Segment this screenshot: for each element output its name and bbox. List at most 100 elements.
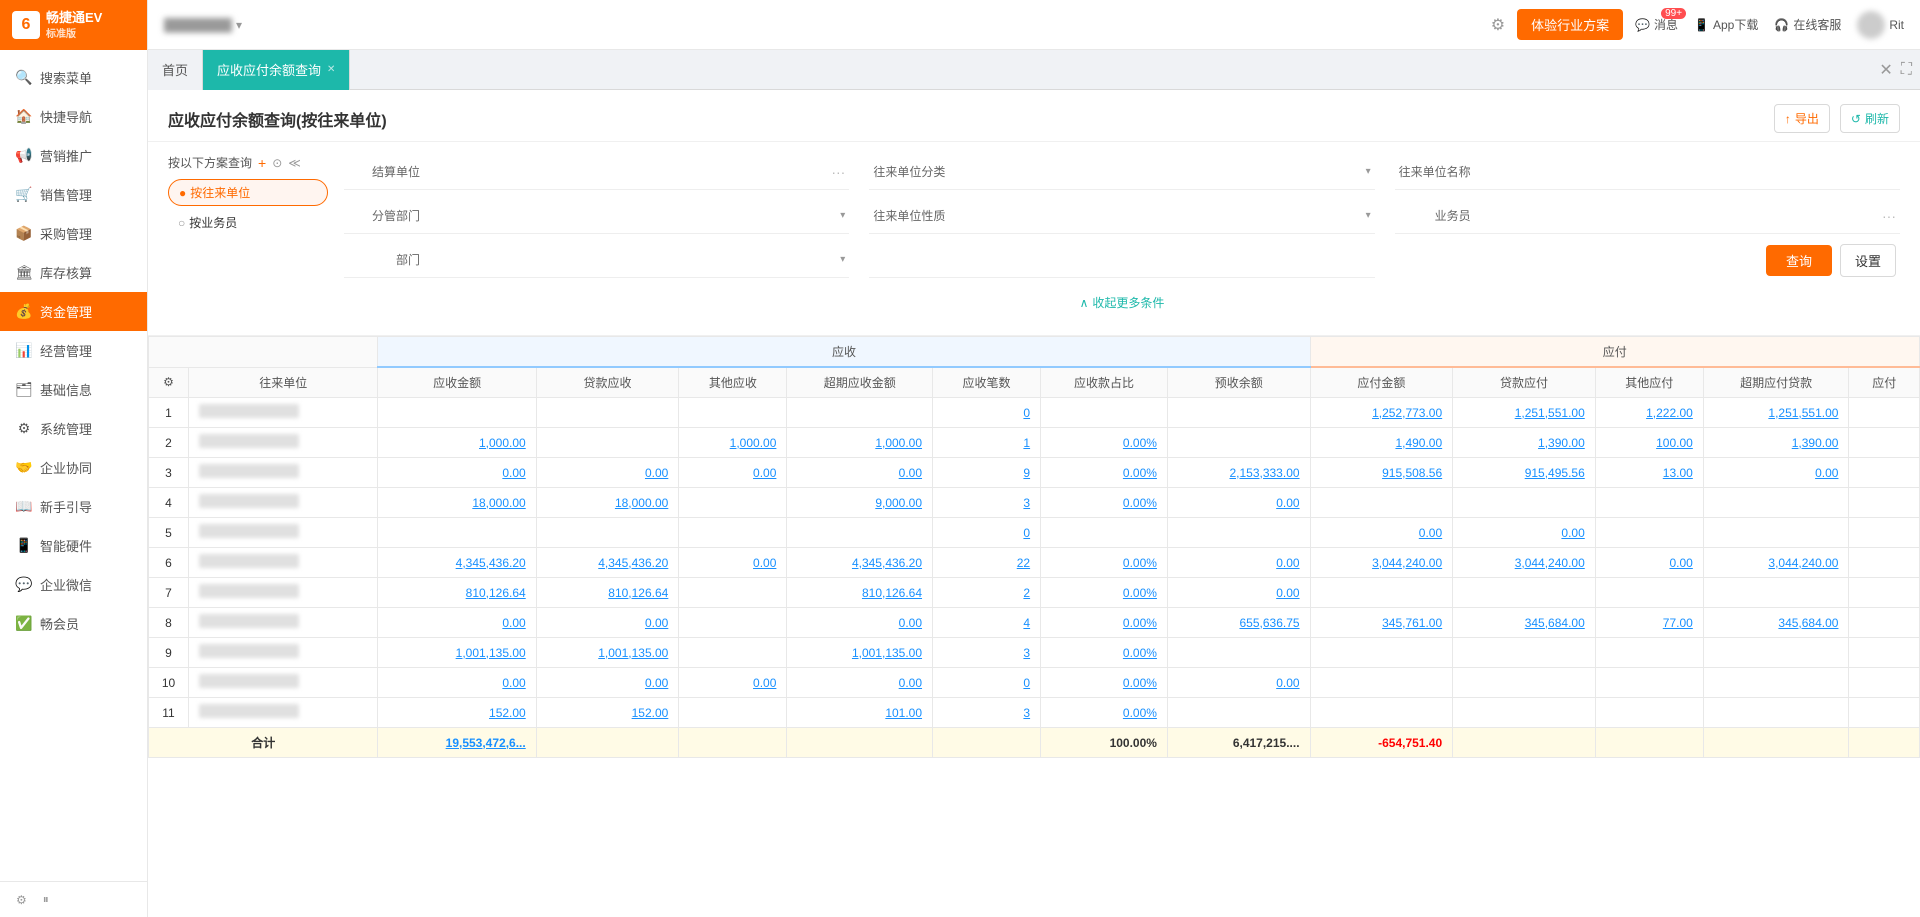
sidebar-item-collab[interactable]: 🤝 企业协同: [0, 448, 147, 487]
row-ar_ratio[interactable]: 0.00%: [1041, 428, 1168, 458]
row-overdue_ar[interactable]: 1,000.00: [787, 428, 933, 458]
row-loan_ar[interactable]: 0.00: [536, 608, 679, 638]
settings-scheme-icon[interactable]: ⊙: [272, 156, 282, 170]
row-ar[interactable]: 0.00: [378, 668, 536, 698]
sidebar-item-finance[interactable]: 💰 资金管理: [0, 292, 147, 331]
row-ar_count[interactable]: 22: [933, 548, 1041, 578]
row-other_ap[interactable]: 1,222.00: [1595, 398, 1703, 428]
row-ar_ratio[interactable]: 0.00%: [1041, 548, 1168, 578]
settings-icon[interactable]: ⚙: [16, 893, 27, 907]
sidebar-item-operation[interactable]: 📊 经营管理: [0, 331, 147, 370]
filter-input-salesman[interactable]: [1479, 209, 1874, 223]
row-overdue_ap[interactable]: 1,390.00: [1703, 428, 1849, 458]
filter-arrow-nature[interactable]: ▾: [1366, 210, 1371, 221]
row-ap[interactable]: 1,252,773.00: [1310, 398, 1453, 428]
row-loan_ap[interactable]: 345,684.00: [1453, 608, 1596, 638]
row-overdue_ar[interactable]: 9,000.00: [787, 488, 933, 518]
row-loan_ar[interactable]: 0.00: [536, 668, 679, 698]
collapse-icon[interactable]: ⏸: [43, 892, 49, 907]
row-overdue_ar[interactable]: 0.00: [787, 608, 933, 638]
user-info[interactable]: Rit: [1857, 11, 1904, 39]
row-ar_count[interactable]: 2: [933, 578, 1041, 608]
row-prepay[interactable]: 0.00: [1167, 488, 1310, 518]
row-loan_ap[interactable]: 1,390.00: [1453, 428, 1596, 458]
row-ap[interactable]: 1,490.00: [1310, 428, 1453, 458]
filter-arrow-category[interactable]: ▾: [1366, 166, 1371, 177]
th-settings[interactable]: ⚙: [149, 367, 189, 398]
refresh-button[interactable]: ↺ 刷新: [1840, 104, 1900, 133]
row-ap[interactable]: 345,761.00: [1310, 608, 1453, 638]
row-loan_ap[interactable]: 3,044,240.00: [1453, 548, 1596, 578]
sidebar-item-system[interactable]: ⚙ 系统管理: [0, 409, 147, 448]
row-other_ap[interactable]: 13.00: [1595, 458, 1703, 488]
row-overdue_ap[interactable]: 3,044,240.00: [1703, 548, 1849, 578]
row-other_ap[interactable]: 100.00: [1595, 428, 1703, 458]
row-prepay[interactable]: 0.00: [1167, 668, 1310, 698]
row-ar_ratio[interactable]: 0.00%: [1041, 698, 1168, 728]
row-ar_ratio[interactable]: 0.00%: [1041, 638, 1168, 668]
sidebar-item-member[interactable]: ✅ 畅会员: [0, 604, 147, 643]
tab-balance[interactable]: 应收应付余额查询 ✕: [203, 50, 350, 90]
row-other_ar[interactable]: 0.00: [679, 548, 787, 578]
row-ar_ratio[interactable]: 0.00%: [1041, 608, 1168, 638]
row-overdue_ap[interactable]: 0.00: [1703, 458, 1849, 488]
filter-input-nature[interactable]: [953, 209, 1357, 223]
table-settings-icon[interactable]: ⚙: [163, 375, 174, 389]
app-download-link[interactable]: 📱 App下载: [1694, 16, 1758, 33]
row-other_ap[interactable]: 77.00: [1595, 608, 1703, 638]
sidebar-item-inventory[interactable]: 🏛 库存核算: [0, 253, 147, 292]
row-loan_ap[interactable]: 0.00: [1453, 518, 1596, 548]
row-ar_count[interactable]: 3: [933, 698, 1041, 728]
row-overdue_ar[interactable]: 4,345,436.20: [787, 548, 933, 578]
row-prepay[interactable]: 2,153,333.00: [1167, 458, 1310, 488]
row-ar_ratio[interactable]: 0.00%: [1041, 458, 1168, 488]
tab-home[interactable]: 首页: [148, 50, 203, 90]
row-ar[interactable]: 4,345,436.20: [378, 548, 536, 578]
row-ar[interactable]: 0.00: [378, 608, 536, 638]
row-loan_ap[interactable]: 1,251,551.00: [1453, 398, 1596, 428]
row-ar_count[interactable]: 0: [933, 518, 1041, 548]
row-other_ap[interactable]: 0.00: [1595, 548, 1703, 578]
row-prepay[interactable]: 655,636.75: [1167, 608, 1310, 638]
row-ap[interactable]: 3,044,240.00: [1310, 548, 1453, 578]
row-overdue_ap[interactable]: 345,684.00: [1703, 608, 1849, 638]
row-ar_count[interactable]: 3: [933, 638, 1041, 668]
row-other_ar[interactable]: 1,000.00: [679, 428, 787, 458]
row-loan_ar[interactable]: 1,001,135.00: [536, 638, 679, 668]
row-other_ar[interactable]: 0.00: [679, 668, 787, 698]
row-ar[interactable]: 18,000.00: [378, 488, 536, 518]
tab-close-icon[interactable]: ✕: [327, 64, 335, 75]
row-overdue_ar[interactable]: 810,126.64: [787, 578, 933, 608]
export-button[interactable]: ↑ 导出: [1774, 104, 1830, 133]
row-ar_ratio[interactable]: 0.00%: [1041, 668, 1168, 698]
footer-ar[interactable]: 19,553,472,6...: [378, 728, 536, 758]
filter-input-jiesuan[interactable]: [428, 165, 823, 179]
row-ar[interactable]: 1,000.00: [378, 428, 536, 458]
scheme-by-salesman[interactable]: ○ 按业务员: [168, 210, 328, 235]
sidebar-item-search[interactable]: 🔍 搜索菜单: [0, 58, 147, 97]
add-scheme-btn[interactable]: +: [258, 155, 266, 171]
tab-close-window-icon[interactable]: ✕: [1879, 60, 1892, 80]
collapse-btn[interactable]: ∧ 收起更多条件: [344, 290, 1900, 315]
collapse-scheme-icon[interactable]: ≪: [288, 156, 301, 170]
row-loan_ar[interactable]: 810,126.64: [536, 578, 679, 608]
row-ar[interactable]: 1,001,135.00: [378, 638, 536, 668]
row-ar_count[interactable]: 0: [933, 398, 1041, 428]
row-loan_ar[interactable]: 0.00: [536, 458, 679, 488]
header-settings-icon[interactable]: ⚙: [1491, 15, 1505, 35]
filter-input-bu-dept[interactable]: [428, 253, 832, 267]
row-overdue_ar[interactable]: 101.00: [787, 698, 933, 728]
row-ar_count[interactable]: 3: [933, 488, 1041, 518]
sidebar-item-basic[interactable]: 🗂 基础信息: [0, 370, 147, 409]
row-ar_count[interactable]: 0: [933, 668, 1041, 698]
row-other_ar[interactable]: 0.00: [679, 458, 787, 488]
sidebar-item-quicknav[interactable]: 🏠 快捷导航: [0, 97, 147, 136]
row-ar[interactable]: 152.00: [378, 698, 536, 728]
solution-button[interactable]: 体验行业方案: [1517, 9, 1623, 40]
filter-input-category[interactable]: [953, 165, 1357, 179]
sidebar-item-purchase[interactable]: 📦 采购管理: [0, 214, 147, 253]
row-ar_count[interactable]: 9: [933, 458, 1041, 488]
sidebar-item-marketing[interactable]: 📢 营销推广: [0, 136, 147, 175]
sidebar-item-hardware[interactable]: 📱 智能硬件: [0, 526, 147, 565]
row-loan_ar[interactable]: 152.00: [536, 698, 679, 728]
